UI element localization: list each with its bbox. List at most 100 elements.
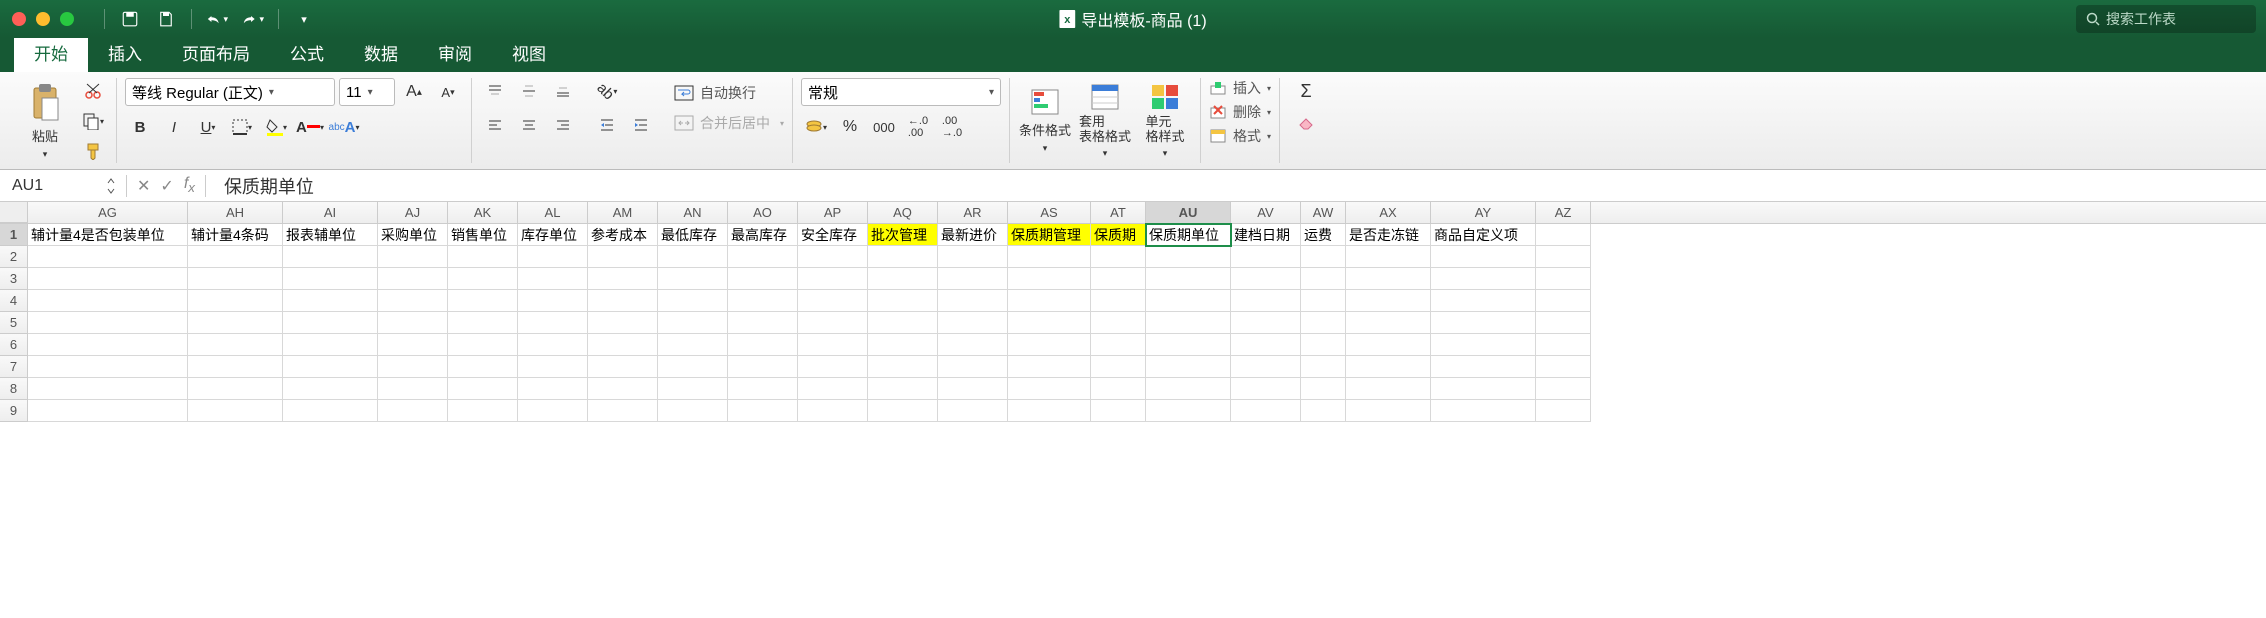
merge-center-button[interactable]: 合并后居中▾ (674, 113, 784, 133)
cell-AX8[interactable] (1346, 378, 1431, 400)
column-header-AR[interactable]: AR (938, 202, 1008, 223)
tab-home[interactable]: 开始 (14, 33, 88, 72)
cell-AZ4[interactable] (1536, 290, 1591, 312)
cell-AW7[interactable] (1301, 356, 1346, 378)
cell-AI4[interactable] (283, 290, 378, 312)
cell-AS5[interactable] (1008, 312, 1091, 334)
cell-AQ6[interactable] (868, 334, 938, 356)
cell-AW6[interactable] (1301, 334, 1346, 356)
row-header-1[interactable]: 1 (0, 224, 28, 246)
cell-AI2[interactable] (283, 246, 378, 268)
column-header-AM[interactable]: AM (588, 202, 658, 223)
cell-AO3[interactable] (728, 268, 798, 290)
row-header-5[interactable]: 5 (0, 312, 28, 334)
cell-AX6[interactable] (1346, 334, 1431, 356)
cell-AH6[interactable] (188, 334, 283, 356)
cell-AJ7[interactable] (378, 356, 448, 378)
cell-AS6[interactable] (1008, 334, 1091, 356)
underline-button[interactable]: U▾ (193, 114, 223, 140)
cell-AZ1[interactable] (1536, 224, 1591, 246)
cell-AI6[interactable] (283, 334, 378, 356)
cell-AP1[interactable]: 安全库存 (798, 224, 868, 246)
cell-AR2[interactable] (938, 246, 1008, 268)
column-header-AW[interactable]: AW (1301, 202, 1346, 223)
cell-AQ2[interactable] (868, 246, 938, 268)
cell-AN3[interactable] (658, 268, 728, 290)
cell-AP3[interactable] (798, 268, 868, 290)
cell-AY1[interactable]: 商品自定义项 (1431, 224, 1536, 246)
cell-AV3[interactable] (1231, 268, 1301, 290)
align-center-button[interactable] (514, 112, 544, 138)
cell-AX3[interactable] (1346, 268, 1431, 290)
column-header-AL[interactable]: AL (518, 202, 588, 223)
cell-AV5[interactable] (1231, 312, 1301, 334)
cell-AY9[interactable] (1431, 400, 1536, 422)
cell-AV9[interactable] (1231, 400, 1301, 422)
cell-AU1[interactable]: 保质期单位 (1146, 224, 1231, 246)
column-header-AV[interactable]: AV (1231, 202, 1301, 223)
cell-AU8[interactable] (1146, 378, 1231, 400)
cell-AG2[interactable] (28, 246, 188, 268)
cell-AL6[interactable] (518, 334, 588, 356)
column-header-AY[interactable]: AY (1431, 202, 1536, 223)
cell-AX7[interactable] (1346, 356, 1431, 378)
cell-AJ2[interactable] (378, 246, 448, 268)
cell-AL1[interactable]: 库存单位 (518, 224, 588, 246)
cell-AZ9[interactable] (1536, 400, 1591, 422)
name-box-stepper[interactable] (106, 177, 116, 195)
spreadsheet-grid[interactable]: AGAHAIAJAKALAMANAOAPAQARASATAUAVAWAXAYAZ… (0, 202, 2266, 422)
column-header-AS[interactable]: AS (1008, 202, 1091, 223)
row-header-3[interactable]: 3 (0, 268, 28, 290)
align-bottom-button[interactable] (548, 78, 578, 104)
cell-AY4[interactable] (1431, 290, 1536, 312)
cell-AO2[interactable] (728, 246, 798, 268)
cell-AW9[interactable] (1301, 400, 1346, 422)
cell-AO4[interactable] (728, 290, 798, 312)
cell-AG5[interactable] (28, 312, 188, 334)
cell-AR3[interactable] (938, 268, 1008, 290)
cell-AN9[interactable] (658, 400, 728, 422)
formula-input[interactable]: 保质期单位 (216, 173, 2260, 199)
cell-AG3[interactable] (28, 268, 188, 290)
cell-AY5[interactable] (1431, 312, 1536, 334)
cell-AN6[interactable] (658, 334, 728, 356)
column-header-AP[interactable]: AP (798, 202, 868, 223)
cell-AV7[interactable] (1231, 356, 1301, 378)
increase-indent-button[interactable] (626, 112, 656, 138)
cell-AL8[interactable] (518, 378, 588, 400)
maximize-window-button[interactable] (60, 12, 74, 26)
autosum-button[interactable]: Σ (1288, 78, 1324, 104)
cell-AT9[interactable] (1091, 400, 1146, 422)
cell-AK5[interactable] (448, 312, 518, 334)
cell-AM2[interactable] (588, 246, 658, 268)
cell-AP8[interactable] (798, 378, 868, 400)
cell-AV1[interactable]: 建档日期 (1231, 224, 1301, 246)
cell-AL5[interactable] (518, 312, 588, 334)
cell-AH2[interactable] (188, 246, 283, 268)
cell-AK6[interactable] (448, 334, 518, 356)
cell-AS9[interactable] (1008, 400, 1091, 422)
cell-AY3[interactable] (1431, 268, 1536, 290)
comma-button[interactable]: 000 (869, 114, 899, 140)
decrease-decimal-button[interactable]: .00→.0 (937, 114, 967, 140)
table-format-button[interactable]: 套用 表格格式▾ (1078, 78, 1132, 164)
cell-AJ4[interactable] (378, 290, 448, 312)
cell-AL2[interactable] (518, 246, 588, 268)
cell-AH5[interactable] (188, 312, 283, 334)
column-header-AG[interactable]: AG (28, 202, 188, 223)
percent-button[interactable]: % (835, 114, 865, 140)
italic-button[interactable]: I (159, 114, 189, 140)
column-header-AK[interactable]: AK (448, 202, 518, 223)
column-header-AN[interactable]: AN (658, 202, 728, 223)
cell-AI8[interactable] (283, 378, 378, 400)
cell-AN4[interactable] (658, 290, 728, 312)
autosave-icon[interactable] (119, 8, 141, 30)
cell-AL4[interactable] (518, 290, 588, 312)
cell-AS2[interactable] (1008, 246, 1091, 268)
align-left-button[interactable] (480, 112, 510, 138)
cell-AQ4[interactable] (868, 290, 938, 312)
cell-AO8[interactable] (728, 378, 798, 400)
cell-AT6[interactable] (1091, 334, 1146, 356)
number-format-select[interactable]: 常规▾ (801, 78, 1001, 106)
cell-AN2[interactable] (658, 246, 728, 268)
